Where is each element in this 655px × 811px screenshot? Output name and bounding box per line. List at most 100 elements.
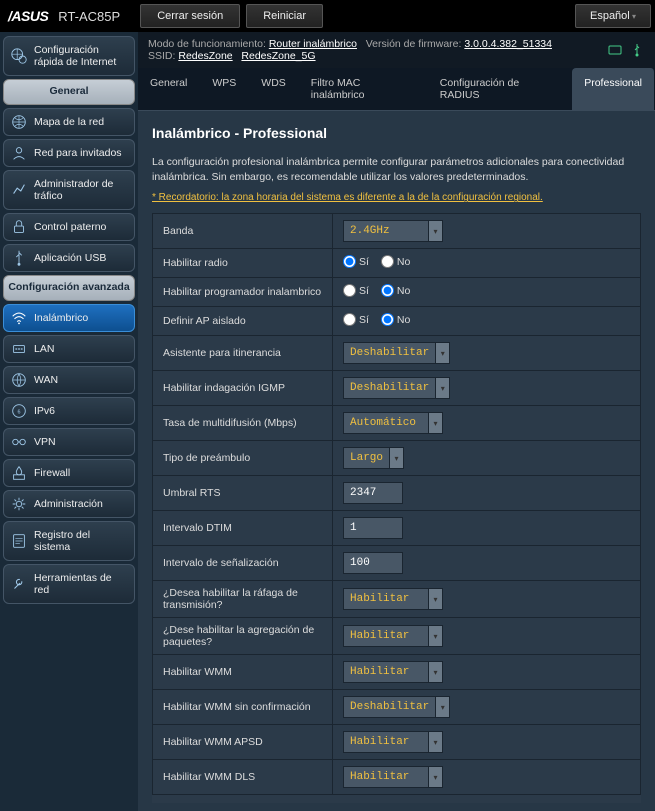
top-bar: ASUS RT-AC85P Cerrar sesión Reiniciar Es…	[0, 0, 655, 32]
chevron-down-icon[interactable]: ▾	[390, 447, 404, 469]
sidebar-label: Configuración rápida de Internet	[34, 44, 129, 68]
row-aggreg: ¿Dese habilitar la agregación de paquete…	[153, 618, 641, 655]
tab-radius[interactable]: Configuración de RADIUS	[428, 68, 572, 110]
language-dropdown[interactable]: Español	[575, 4, 651, 28]
label-wmm-noack: Habilitar WMM sin confirmación	[153, 690, 333, 725]
sidebar-item-admin[interactable]: Administración	[3, 490, 135, 518]
sidebar-item-map[interactable]: Mapa de la red	[3, 108, 135, 136]
chevron-down-icon[interactable]: ▾	[429, 412, 443, 434]
usb-icon	[10, 249, 28, 267]
chevron-down-icon[interactable]: ▾	[429, 766, 443, 788]
content: Inalámbrico - Professional La configurac…	[138, 111, 655, 811]
reboot-button[interactable]: Reiniciar	[246, 4, 323, 28]
txburst-select[interactable]: Habilitar	[343, 588, 429, 610]
dtim-input[interactable]	[343, 517, 403, 539]
lan-status-icon[interactable]	[607, 42, 623, 58]
preamble-select[interactable]: Largo	[343, 447, 390, 469]
chevron-down-icon[interactable]: ▾	[436, 377, 450, 399]
sidebar-item-firewall[interactable]: Firewall	[3, 459, 135, 487]
radio-no[interactable]: No	[381, 255, 410, 268]
row-preamble: Tipo de preámbuloLargo▾	[153, 441, 641, 476]
beacon-input[interactable]	[343, 552, 403, 574]
gear-icon	[10, 495, 28, 513]
sidebar-label: VPN	[34, 436, 56, 448]
radio-input[interactable]	[343, 255, 356, 268]
sidebar-item-wireless[interactable]: Inalámbrico	[3, 304, 135, 332]
row-wmm: Habilitar WMMHabilitar▾	[153, 655, 641, 690]
rts-input[interactable]	[343, 482, 403, 504]
timezone-reminder: * Recordatorio: la zona horaria del sist…	[152, 192, 641, 203]
chevron-down-icon[interactable]: ▾	[429, 661, 443, 683]
sidebar-item-ipv6[interactable]: 6 IPv6	[3, 397, 135, 425]
aggreg-select[interactable]: Habilitar	[343, 625, 429, 647]
chevron-down-icon[interactable]: ▾	[429, 625, 443, 647]
mode-value[interactable]: Router inalámbrico	[269, 38, 357, 50]
sidebar-item-usb[interactable]: Aplicación USB	[3, 244, 135, 272]
row-dtim: Intervalo DTIM	[153, 511, 641, 546]
sidebar-item-lan[interactable]: LAN	[3, 335, 135, 363]
sidebar-label: Aplicación USB	[34, 252, 106, 264]
roaming-select[interactable]: Deshabilitar	[343, 342, 436, 364]
ssid1-value[interactable]: RedesZone	[178, 50, 232, 62]
row-wmm-dls: Habilitar WMM DLS Habilitar▾	[153, 760, 641, 795]
wmm-select[interactable]: Habilitar	[343, 661, 429, 683]
sidebar-label: Control paterno	[34, 221, 106, 233]
sidebar-label: Inalámbrico	[34, 312, 88, 324]
row-isolated: Definir AP aisladoSíNo	[153, 307, 641, 336]
radio-yes[interactable]: Sí	[343, 284, 369, 297]
radio-yes[interactable]: Sí	[343, 255, 369, 268]
usb-status-icon[interactable]	[629, 42, 645, 58]
logout-button[interactable]: Cerrar sesión	[140, 4, 240, 28]
sidebar-item-vpn[interactable]: VPN	[3, 428, 135, 456]
tab-wds[interactable]: WDS	[249, 68, 299, 110]
wmm-dls-select[interactable]: Habilitar	[343, 766, 429, 788]
sidebar-item-quick[interactable]: Configuración rápida de Internet	[3, 36, 135, 76]
fw-value[interactable]: 3.0.0.4.382_51334	[464, 38, 552, 50]
igmp-select[interactable]: Deshabilitar	[343, 377, 436, 399]
band-select[interactable]: 2.4GHz	[343, 220, 429, 242]
ssid2-value[interactable]: RedesZone_5G	[241, 50, 315, 62]
tab-macfilter[interactable]: Filtro MAC inalámbrico	[299, 68, 428, 110]
sidebar-item-parental[interactable]: Control paterno	[3, 213, 135, 241]
globe-icon	[10, 371, 28, 389]
radio-input[interactable]	[381, 284, 394, 297]
radio-input[interactable]	[381, 255, 394, 268]
sidebar-label: Mapa de la red	[34, 116, 104, 128]
lan-icon	[10, 340, 28, 358]
traffic-icon	[10, 181, 28, 199]
wmm-apsd-select[interactable]: Habilitar	[343, 731, 429, 753]
radio-yes[interactable]: Sí	[343, 313, 369, 326]
label-beacon: Intervalo de señalización	[153, 546, 333, 581]
tab-wps[interactable]: WPS	[200, 68, 249, 110]
radio-input[interactable]	[343, 284, 356, 297]
sidebar-item-guest[interactable]: Red para invitados	[3, 139, 135, 167]
radio-no[interactable]: No	[381, 284, 410, 297]
chevron-down-icon[interactable]: ▾	[429, 588, 443, 610]
tab-general[interactable]: General	[138, 68, 200, 110]
label-wmm-dls: Habilitar WMM DLS	[153, 760, 333, 795]
chevron-down-icon[interactable]: ▾	[429, 731, 443, 753]
label-txburst: ¿Desea habilitar la ráfaga de transmisió…	[153, 581, 333, 618]
mode-label: Modo de funcionamiento:	[148, 38, 266, 50]
radio-no[interactable]: No	[381, 313, 410, 326]
sidebar-item-traffic[interactable]: Administrador de tráfico	[3, 170, 135, 210]
mcast-select[interactable]: Automático	[343, 412, 429, 434]
sidebar-label: Registro del sistema	[34, 529, 129, 553]
sidebar-category-advanced: Configuración avanzada	[3, 275, 135, 301]
apply-bar	[152, 795, 641, 803]
sidebar-item-syslog[interactable]: Registro del sistema	[3, 521, 135, 561]
log-icon	[10, 532, 28, 550]
chevron-down-icon[interactable]: ▾	[429, 220, 443, 242]
tab-professional[interactable]: Professional	[572, 68, 655, 110]
radio-input[interactable]	[343, 313, 356, 326]
chevron-down-icon[interactable]: ▾	[436, 696, 450, 718]
label-rts: Umbral RTS	[153, 476, 333, 511]
radio-input[interactable]	[381, 313, 394, 326]
label-roaming: Asistente para itinerancia	[153, 336, 333, 371]
chevron-down-icon[interactable]: ▾	[436, 342, 450, 364]
sidebar-label: Administrador de tráfico	[34, 178, 129, 202]
wmm-noack-select[interactable]: Deshabilitar	[343, 696, 436, 718]
sidebar-item-wan[interactable]: WAN	[3, 366, 135, 394]
timezone-link[interactable]: * Recordatorio: la zona horaria del sist…	[152, 192, 543, 203]
sidebar-item-nettools[interactable]: Herramientas de red	[3, 564, 135, 604]
